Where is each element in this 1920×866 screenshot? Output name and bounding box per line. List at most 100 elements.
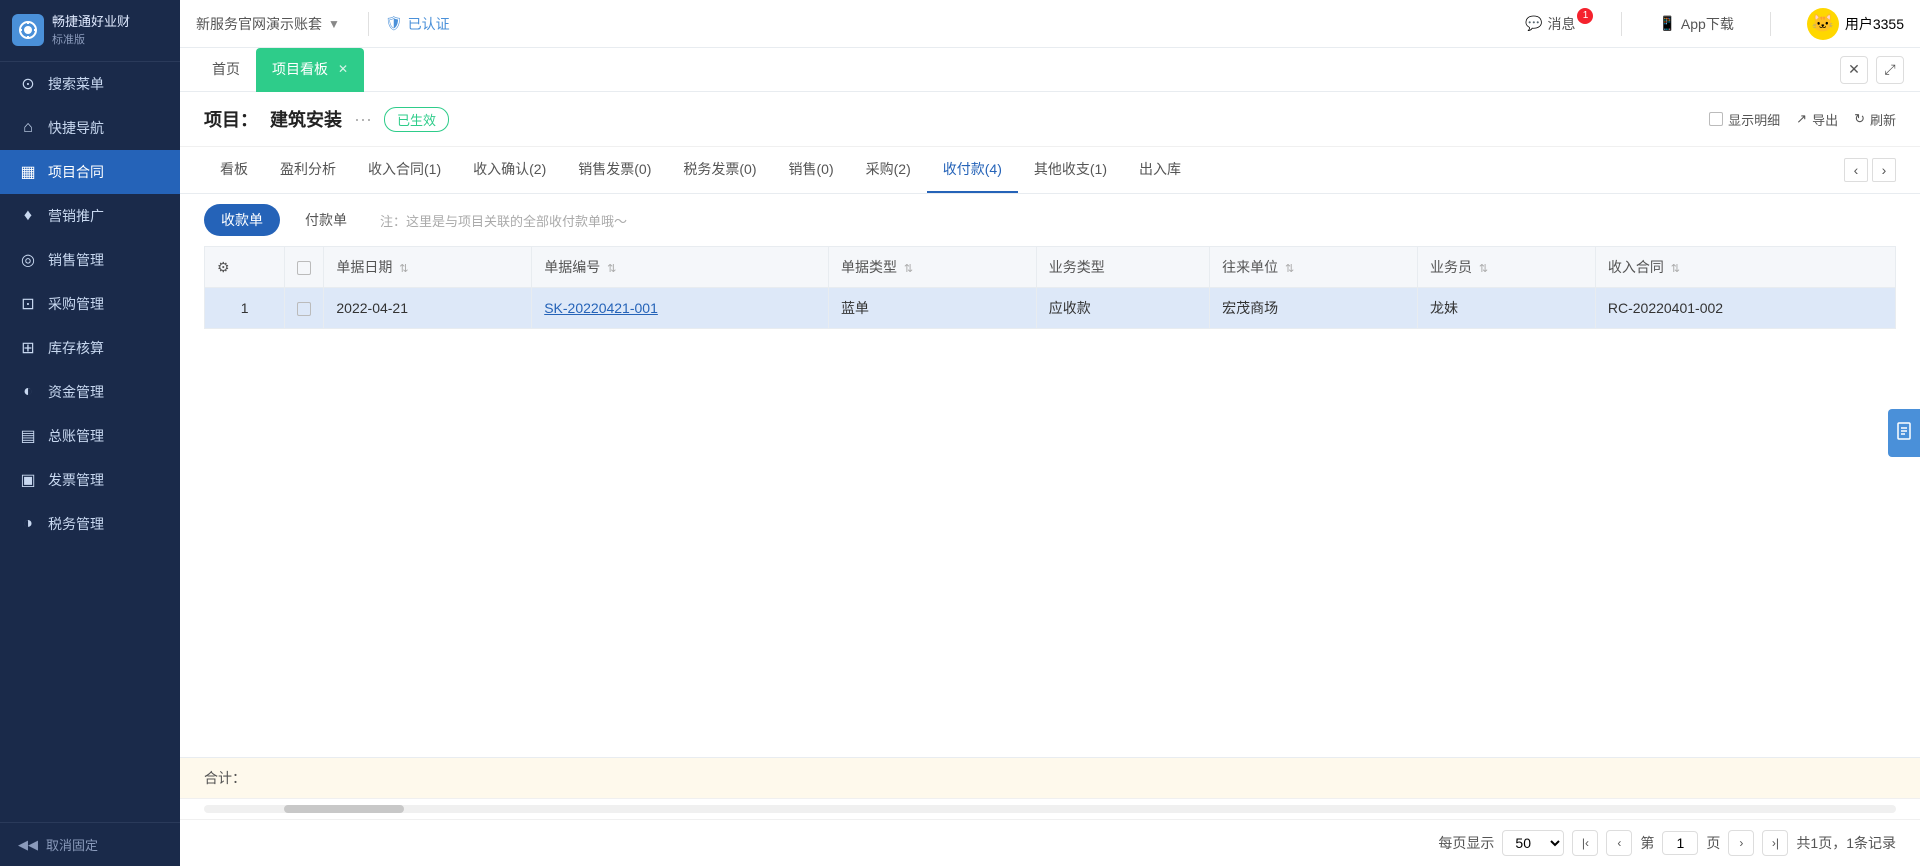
project-name: 建筑安装 xyxy=(270,106,342,132)
app-download-button[interactable]: 📱 App下载 xyxy=(1658,14,1733,34)
subtab-purchase[interactable]: 采购(2) xyxy=(850,147,927,193)
subtab-next-button[interactable]: › xyxy=(1872,158,1896,182)
data-table: ⚙ 单据日期 ⇅ 单据编号 ⇅ xyxy=(204,246,1896,329)
ledger-icon: ▤ xyxy=(18,426,38,446)
project-header: 项目： 建筑安装 ··· 已生效 显示明细 ↗ 导出 ↻ 刷新 xyxy=(180,92,1920,147)
sidebar-item-purchase[interactable]: ⊡ 采购管理 xyxy=(0,282,180,326)
scrollbar-thumb[interactable] xyxy=(284,805,404,813)
row-number-cell[interactable]: SK-20220421-001 xyxy=(532,288,829,329)
tab-close-icon[interactable]: ✕ xyxy=(338,62,348,76)
th-income-contract[interactable]: 收入合同 ⇅ xyxy=(1595,247,1895,288)
summary-label: 合计： xyxy=(204,770,246,786)
page-label: 第 xyxy=(1640,833,1654,853)
row-checkbox[interactable] xyxy=(297,302,311,316)
subtab-profit[interactable]: 盈利分析 xyxy=(264,147,352,193)
user-menu[interactable]: 🐱 用户3355 xyxy=(1807,8,1904,40)
subtab-income-contract[interactable]: 收入合同(1) xyxy=(352,147,457,193)
show-detail-checkbox[interactable] xyxy=(1709,112,1723,126)
more-options-button[interactable]: ··· xyxy=(354,109,372,130)
sidebar-item-search[interactable]: ⊙ 搜索菜单 xyxy=(0,62,180,106)
topbar-divider xyxy=(368,12,369,36)
page-input[interactable] xyxy=(1662,831,1698,855)
th-partner[interactable]: 往来单位 ⇅ xyxy=(1210,247,1418,288)
subtabs: 看板 盈利分析 收入合同(1) 收入确认(2) 销售发票(0) 税务发票(0) … xyxy=(180,147,1920,194)
message-badge: 1 xyxy=(1577,8,1593,24)
sidebar-item-tax[interactable]: ◑ 税务管理 xyxy=(0,502,180,546)
show-detail-toggle[interactable]: 显示明细 xyxy=(1709,110,1780,129)
th-salesperson[interactable]: 业务员 ⇅ xyxy=(1417,247,1595,288)
close-window-button[interactable]: ✕ xyxy=(1840,56,1868,84)
prev-page-button[interactable]: ‹ xyxy=(1606,830,1632,856)
sidebar-item-invoice[interactable]: ▣ 发票管理 xyxy=(0,458,180,502)
tab-project-board[interactable]: 项目看板 ✕ xyxy=(256,48,364,92)
subtab-prev-button[interactable]: ‹ xyxy=(1844,158,1868,182)
sidebar-item-sales[interactable]: ◎ 销售管理 xyxy=(0,238,180,282)
sidebar-item-ledger[interactable]: ▤ 总账管理 xyxy=(0,414,180,458)
tabbar-controls: ✕ ⤢ xyxy=(1840,56,1904,84)
subtab-board[interactable]: 看板 xyxy=(204,147,264,193)
show-detail-label: 显示明细 xyxy=(1728,110,1780,129)
row-biz-type: 应收款 xyxy=(1036,288,1209,329)
sidebar-item-project[interactable]: ▦ 项目合同 xyxy=(0,150,180,194)
subtab-sales[interactable]: 销售(0) xyxy=(773,147,850,193)
app-download-label: App下载 xyxy=(1681,14,1734,34)
subtab-income-confirm[interactable]: 收入确认(2) xyxy=(457,147,562,193)
select-all-checkbox[interactable] xyxy=(297,261,311,275)
project-status-badge: 已生效 xyxy=(384,107,449,132)
sidebar-header: 畅捷通好业财 标准版 xyxy=(0,0,180,62)
th-date[interactable]: 单据日期 ⇅ xyxy=(324,247,532,288)
topbar-divider2 xyxy=(1621,12,1622,36)
tab-home[interactable]: 首页 xyxy=(196,48,256,92)
export-icon: ↗ xyxy=(1796,111,1807,127)
sort-icon: ⇅ xyxy=(1285,263,1294,275)
sidebar-item-capital[interactable]: ◐ 资金管理 xyxy=(0,370,180,414)
avatar: 🐱 xyxy=(1807,8,1839,40)
per-page-select[interactable]: 50 100 200 xyxy=(1502,830,1564,856)
th-gear[interactable]: ⚙ xyxy=(205,247,285,288)
table-row[interactable]: 1 2022-04-21 SK-20220421-001 蓝单 应收款 宏茂商场… xyxy=(205,288,1896,329)
sidebar-unpin-button[interactable]: ◀◀ 取消固定 xyxy=(0,822,180,866)
subtab-other-income[interactable]: 其他收支(1) xyxy=(1018,147,1123,193)
sort-icon: ⇅ xyxy=(607,263,616,275)
topbar: 新服务官网演示账套 ▼ 🛡 已认证 💬 消息 1 📱 App下载 🐱 用户335… xyxy=(180,0,1920,48)
inner-tab-payment[interactable]: 付款单 xyxy=(288,204,364,236)
th-type[interactable]: 单据类型 ⇅ xyxy=(828,247,1036,288)
scrollbar-track[interactable] xyxy=(204,805,1896,813)
home-icon: ⌂ xyxy=(18,119,38,137)
right-panel-button[interactable] xyxy=(1888,409,1920,457)
sidebar: 畅捷通好业财 标准版 ⊙ 搜索菜单 ⌂ 快捷导航 ▦ 项目合同 ♦ 营销推广 ◎… xyxy=(0,0,180,866)
next-page-button[interactable]: › xyxy=(1728,830,1754,856)
sidebar-item-shortcut[interactable]: ⌂ 快捷导航 xyxy=(0,106,180,150)
last-page-button[interactable]: ›| xyxy=(1762,830,1788,856)
purchase-icon: ⊡ xyxy=(18,294,38,314)
message-button[interactable]: 💬 消息 1 xyxy=(1525,14,1585,34)
subtab-payment-receipt[interactable]: 收付款(4) xyxy=(927,147,1018,193)
inner-tab-receipt[interactable]: 收款单 xyxy=(204,204,280,236)
subtab-in-out[interactable]: 出入库 xyxy=(1123,147,1197,193)
account-selector[interactable]: 新服务官网演示账套 ▼ xyxy=(196,14,352,34)
marketing-icon: ♦ xyxy=(18,207,38,225)
shield-icon: 🛡 xyxy=(385,15,403,32)
expand-window-button[interactable]: ⤢ xyxy=(1876,56,1904,84)
sales-icon: ◎ xyxy=(18,250,38,270)
first-page-button[interactable]: |‹ xyxy=(1572,830,1598,856)
tabbar: 首页 项目看板 ✕ ✕ ⤢ xyxy=(180,48,1920,92)
subtab-sales-invoice[interactable]: 销售发票(0) xyxy=(562,147,667,193)
unpin-icon: ◀◀ xyxy=(18,837,38,853)
refresh-button[interactable]: ↻ 刷新 xyxy=(1854,110,1896,129)
row-checkbox-cell[interactable] xyxy=(285,288,324,329)
project-actions: 显示明细 ↗ 导出 ↻ 刷新 xyxy=(1709,110,1896,129)
sort-icon: ⇅ xyxy=(399,263,408,275)
page-suffix: 页 xyxy=(1706,833,1720,853)
pagination: 每页显示 50 100 200 |‹ ‹ 第 页 › ›| 共1页，1条记录 xyxy=(180,819,1920,866)
sort-icon: ⇅ xyxy=(1479,263,1488,275)
sidebar-item-label: 搜索菜单 xyxy=(48,74,104,94)
sidebar-item-inventory[interactable]: ⊞ 库存核算 xyxy=(0,326,180,370)
sidebar-item-label: 项目合同 xyxy=(48,162,104,182)
sidebar-item-marketing[interactable]: ♦ 营销推广 xyxy=(0,194,180,238)
subtab-tax-invoice[interactable]: 税务发票(0) xyxy=(667,147,772,193)
verified-badge: 🛡 已认证 xyxy=(385,14,450,34)
export-button[interactable]: ↗ 导出 xyxy=(1796,110,1838,129)
th-number[interactable]: 单据编号 ⇅ xyxy=(532,247,829,288)
row-doc-number[interactable]: SK-20220421-001 xyxy=(544,300,658,316)
